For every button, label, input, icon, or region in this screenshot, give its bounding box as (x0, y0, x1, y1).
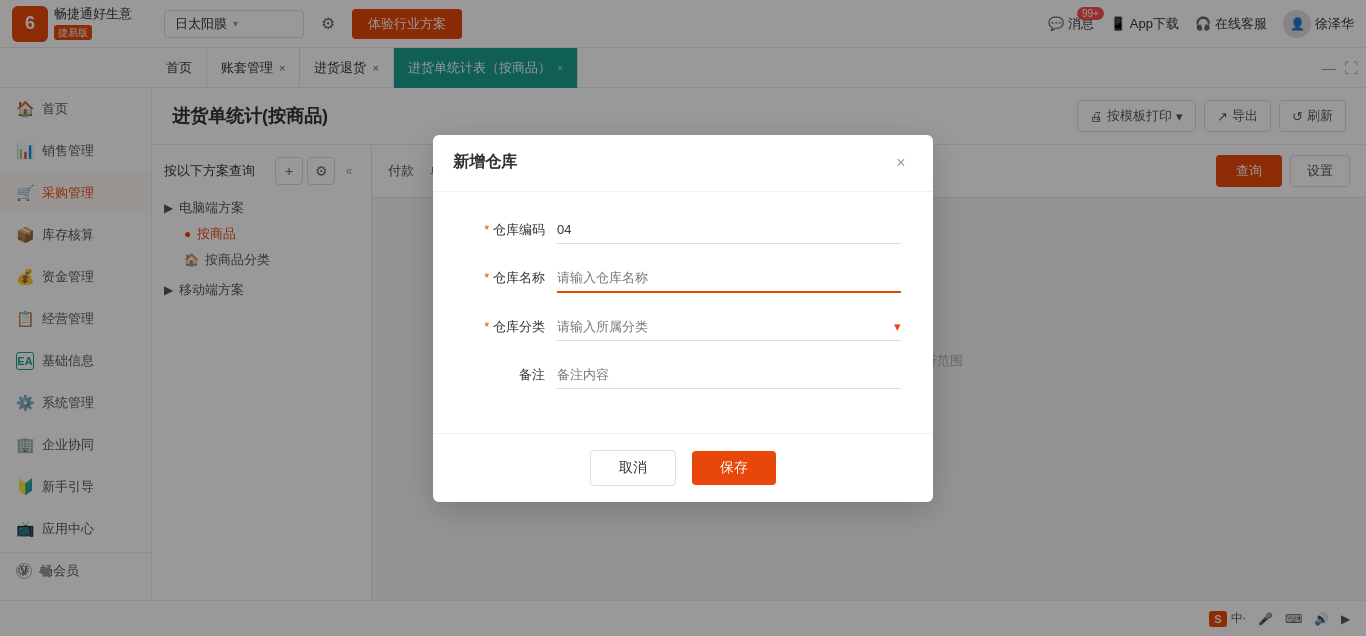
remark-label: 备注 (465, 366, 545, 384)
remark-input[interactable] (557, 361, 901, 389)
category-input[interactable] (557, 319, 894, 334)
modal-new-warehouse: 新增仓库 × 仓库编码 仓库名称 仓库分类 ▾ (433, 135, 933, 502)
save-button[interactable]: 保存 (692, 451, 776, 485)
warehouse-code-input[interactable] (557, 216, 901, 244)
form-row-remark: 备注 (465, 361, 901, 389)
modal-title: 新增仓库 (453, 152, 517, 173)
warehouse-name-input[interactable] (557, 264, 901, 293)
form-row-category: 仓库分类 ▾ (465, 313, 901, 341)
cancel-button[interactable]: 取消 (590, 450, 676, 486)
category-dropdown-arrow[interactable]: ▾ (894, 319, 901, 334)
modal-body: 仓库编码 仓库名称 仓库分类 ▾ 备注 (433, 192, 933, 433)
form-row-code: 仓库编码 (465, 216, 901, 244)
category-select-row: ▾ (557, 313, 901, 341)
modal-footer: 取消 保存 (433, 433, 933, 502)
code-label: 仓库编码 (465, 221, 545, 239)
modal-header: 新增仓库 × (433, 135, 933, 192)
modal-overlay[interactable]: 新增仓库 × 仓库编码 仓库名称 仓库分类 ▾ (0, 0, 1366, 636)
category-label: 仓库分类 (465, 318, 545, 336)
form-row-name: 仓库名称 (465, 264, 901, 293)
modal-close-button[interactable]: × (889, 151, 913, 175)
name-label: 仓库名称 (465, 269, 545, 287)
